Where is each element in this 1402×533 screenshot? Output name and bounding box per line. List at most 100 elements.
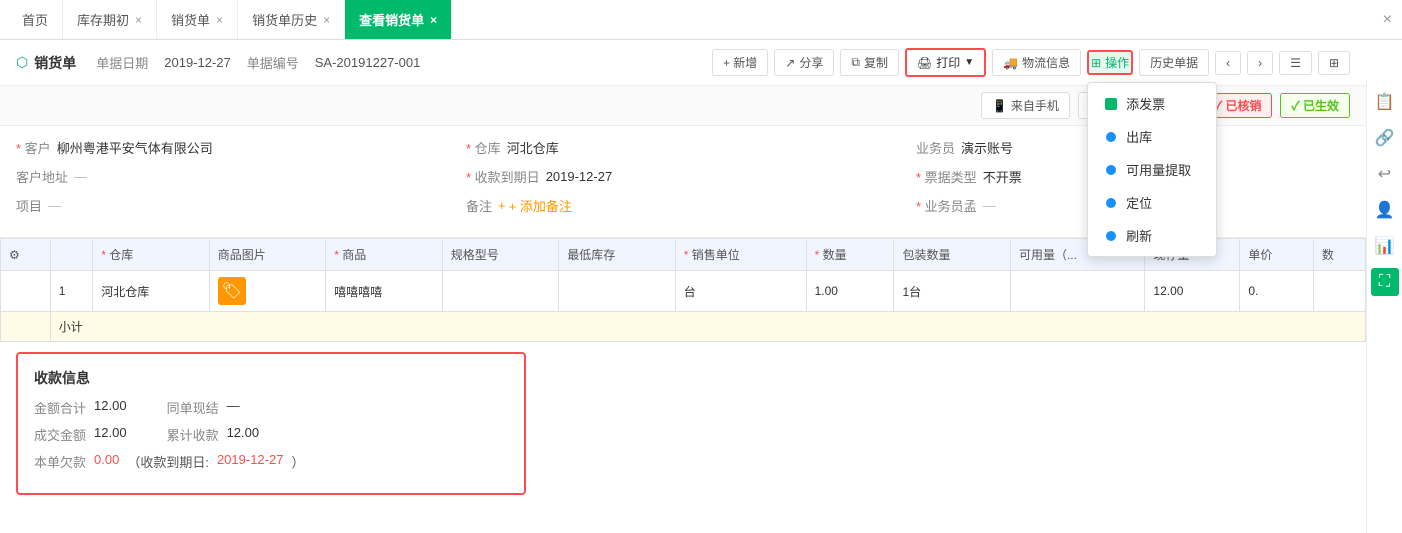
date-label: 单据日期 <box>96 53 148 72</box>
number-value: SA-20191227-001 <box>315 55 421 70</box>
row-min-stock <box>559 271 676 312</box>
logistics-button[interactable]: 🚚 物流信息 <box>992 49 1081 76</box>
due-date-label: 收款到期日 <box>466 167 540 186</box>
copy-button-label: 复制 <box>864 54 888 71</box>
col-pkg-qty: 包装数量 <box>894 239 1011 271</box>
note-field: 备注 + + 添加备注 <box>466 196 900 215</box>
subtotal-label: 小计 <box>50 312 1365 342</box>
customer-label: 客户 <box>16 138 51 157</box>
note-label: 备注 <box>466 196 492 215</box>
payment-row-2: 成交金额 12.00 累计收款 12.00 <box>34 425 508 444</box>
dropdown-qty-pickup[interactable]: 可用量提取 <box>1088 153 1216 186</box>
row-extra <box>1313 271 1365 312</box>
effective-badge-label: ✓ 已生效 <box>1291 97 1339 114</box>
cumulative-field: 累计收款 12.00 <box>167 425 260 444</box>
col-seq <box>50 239 92 271</box>
effective-badge: ✓ 已生效 <box>1280 93 1350 118</box>
customer-field: 客户 柳州粤港平安气体有限公司 <box>16 138 450 157</box>
nav-prev-icon: ‹ <box>1226 56 1230 70</box>
row-seq: 1 <box>50 271 92 312</box>
tab-sales-history[interactable]: 销货单历史 × <box>238 0 345 39</box>
sidebar-icon-expand[interactable]: ⛶ <box>1371 268 1399 296</box>
row-available <box>1010 271 1144 312</box>
print-button[interactable]: 🖨 打印 ▼ <box>905 48 986 77</box>
col-image: 商品图片 <box>209 239 326 271</box>
phone-icon: 📱 <box>992 99 1007 113</box>
grid-view-icon: ⊞ <box>1329 56 1339 70</box>
from-phone-button[interactable]: 📱 来自手机 <box>981 92 1070 119</box>
logistics-icon: 🚚 <box>1003 56 1018 70</box>
payment-row-1: 金额合计 12.00 同单现结 — <box>34 398 508 417</box>
sidebar-icon-chart[interactable]: 📊 <box>1371 232 1399 260</box>
tab-sales-history-label: 销货单历史 <box>252 10 317 29</box>
project-label: 项目 <box>16 196 42 215</box>
row-product: 嘻嘻嘻嘻 <box>326 271 443 312</box>
tab-bar-close-button[interactable]: × <box>1383 11 1392 29</box>
locate-icon <box>1104 196 1118 210</box>
tab-sales-order-close[interactable]: × <box>216 13 223 27</box>
address-field: 客户地址 — <box>16 167 450 186</box>
sidebar-icon-return[interactable]: ↩ <box>1371 160 1399 188</box>
new-button[interactable]: + 新增 <box>712 49 768 76</box>
sidebar-icon-document[interactable]: 📋 <box>1371 88 1399 116</box>
add-note-icon: + <box>498 198 506 213</box>
warehouse-field: 仓库 河北仓库 <box>466 138 900 157</box>
col-unit: * 销售单位 <box>675 239 806 271</box>
payment-row-3: 本单欠款 0.00 （收款到期日: 2019-12-27 ） <box>34 452 508 471</box>
cumulative-label: 累计收款 <box>167 425 219 444</box>
logistics-button-label: 物流信息 <box>1022 54 1070 71</box>
from-phone-label: 来自手机 <box>1011 97 1059 114</box>
share-button[interactable]: ↗ 分享 <box>774 49 834 76</box>
share-button-label: 分享 <box>799 54 823 71</box>
print-chevron: ▼ <box>964 57 974 68</box>
address-value: — <box>74 169 194 184</box>
add-invoice-icon <box>1104 97 1118 111</box>
right-sidebar: 📋 🔗 ↩ 👤 📊 ⛶ <box>1366 80 1402 533</box>
sidebar-icon-user[interactable]: 👤 <box>1371 196 1399 224</box>
sidebar-icon-link[interactable]: 🔗 <box>1371 124 1399 152</box>
customer-value: 柳州粤港平安气体有限公司 <box>57 138 213 157</box>
nav-next-button[interactable]: › <box>1247 51 1273 75</box>
cumulative-value: 12.00 <box>227 425 260 444</box>
history-button[interactable]: 历史单据 <box>1139 49 1209 76</box>
list-view-icon: ☰ <box>1290 56 1301 70</box>
dropdown-refresh[interactable]: 刷新 <box>1088 219 1216 252</box>
tab-sales-order[interactable]: 销货单 × <box>157 0 238 39</box>
product-thumbnail: 🏷 <box>218 277 246 305</box>
ticket-type-value: 不开票 <box>983 167 1103 186</box>
dropdown-add-invoice[interactable]: 添发票 <box>1088 87 1216 120</box>
doc-meta: 单据日期 2019-12-27 单据编号 SA-20191227-001 <box>96 53 712 72</box>
total-value: 12.00 <box>94 398 127 417</box>
row-unit-price: 0. <box>1240 271 1314 312</box>
out-storage-icon <box>1104 130 1118 144</box>
tab-view-sales[interactable]: 查看销货单 × <box>345 0 452 39</box>
history-button-label: 历史单据 <box>1150 54 1198 71</box>
operations-button[interactable]: ⊞ 操作 <box>1087 50 1133 75</box>
overdue-field: 本单欠款 0.00 （收款到期日: 2019-12-27 ） <box>34 452 304 471</box>
view-list-button[interactable]: ☰ <box>1279 51 1312 75</box>
salesperson-value: 演示账号 <box>961 138 1081 157</box>
doc-title: 销货单 <box>34 53 76 73</box>
col-warehouse: * 仓库 <box>93 239 210 271</box>
copy-button[interactable]: ⧉ 复制 <box>840 49 899 76</box>
tab-sales-history-close[interactable]: × <box>323 13 330 27</box>
overdue-note: （收款到期日: <box>127 452 209 471</box>
nav-prev-button[interactable]: ‹ <box>1215 51 1241 75</box>
grid-icon: ⊞ <box>1091 56 1101 70</box>
operations-button-label: 操作 <box>1105 54 1129 71</box>
col-settings[interactable]: ⚙ <box>1 239 51 271</box>
add-note-label: + 添加备注 <box>509 196 572 215</box>
add-note-button[interactable]: + + 添加备注 <box>498 196 572 215</box>
dropdown-out-storage[interactable]: 出库 <box>1088 120 1216 153</box>
transaction-value: 12.00 <box>94 425 127 444</box>
overdue-label: 本单欠款 <box>34 452 86 471</box>
view-grid-button[interactable]: ⊞ <box>1318 51 1350 75</box>
tab-view-sales-close[interactable]: × <box>430 13 437 27</box>
tab-home[interactable]: 首页 <box>8 0 63 39</box>
tab-sales-order-label: 销货单 <box>171 10 210 29</box>
tab-inventory-init-close[interactable]: × <box>135 13 142 27</box>
address-label: 客户地址 <box>16 167 68 186</box>
tab-inventory-init[interactable]: 库存期初 × <box>63 0 157 39</box>
share-icon: ↗ <box>785 56 795 70</box>
dropdown-locate[interactable]: 定位 <box>1088 186 1216 219</box>
